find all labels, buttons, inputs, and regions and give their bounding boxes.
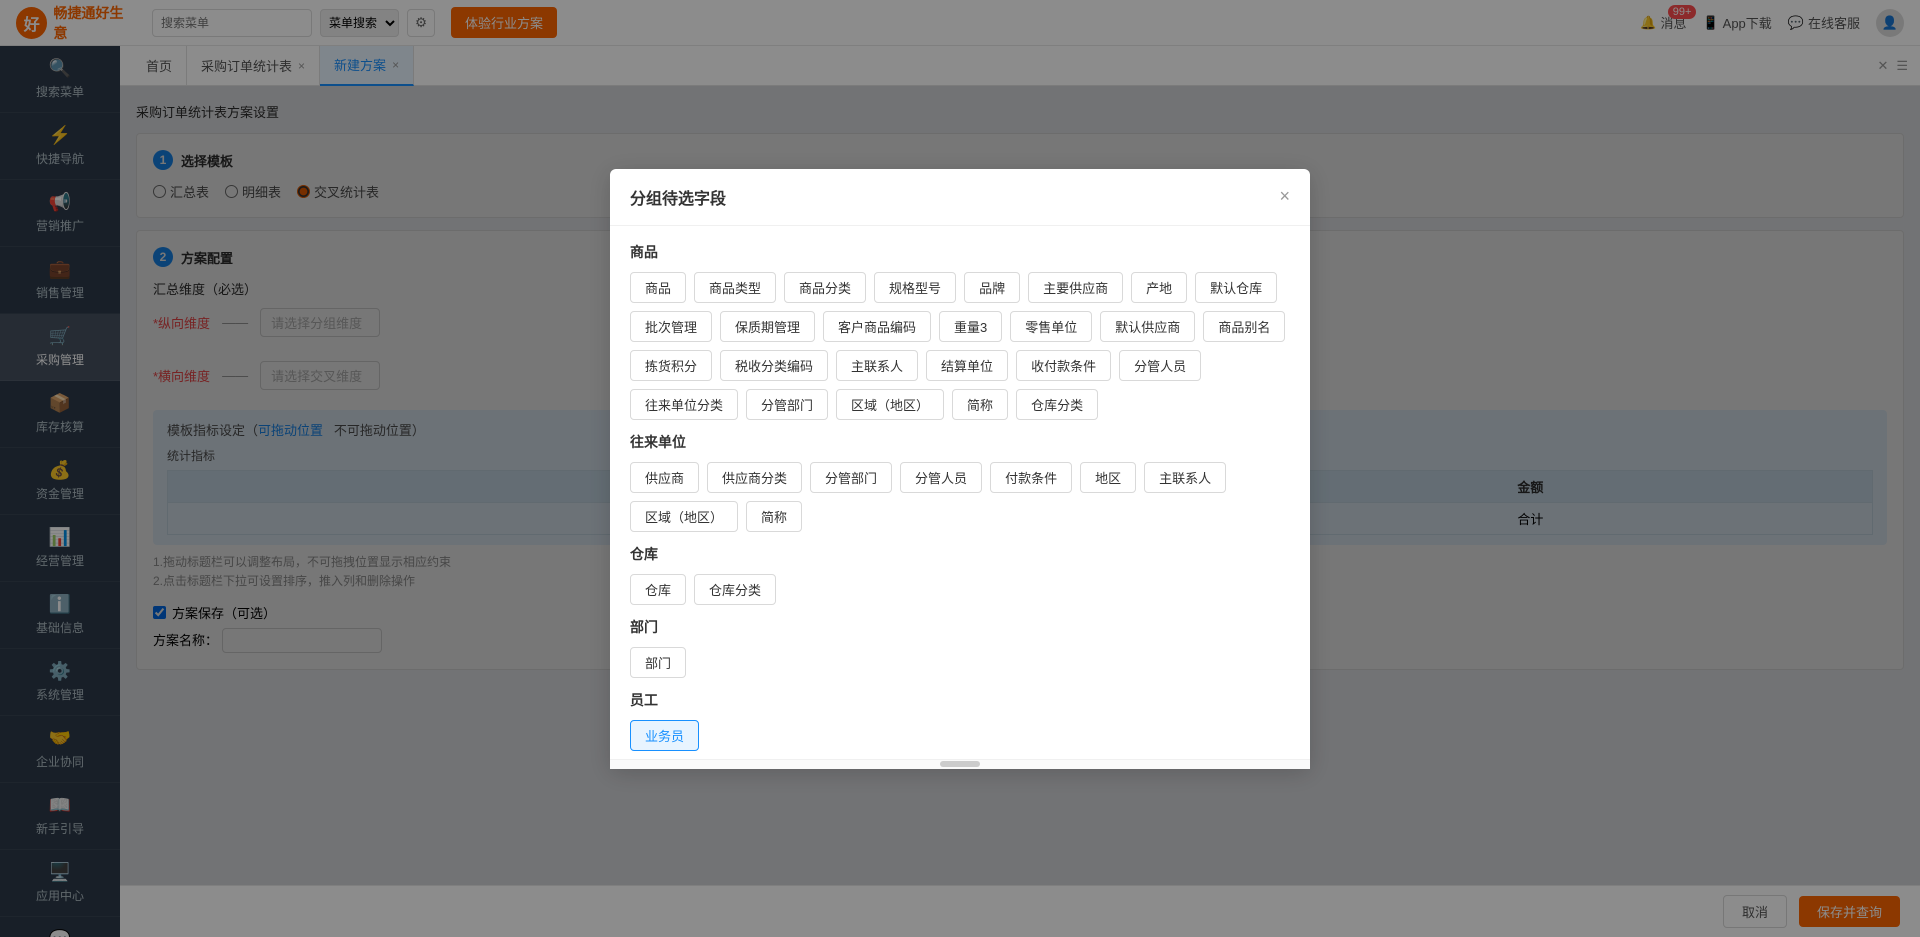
field-pick-points[interactable]: 拣货积分 — [630, 350, 712, 381]
field-tax-code[interactable]: 税收分类编码 — [720, 350, 828, 381]
field-batch-mgmt[interactable]: 批次管理 — [630, 311, 712, 342]
field-supplier[interactable]: 供应商 — [630, 462, 699, 493]
field-retail-unit[interactable]: 零售单位 — [1010, 311, 1092, 342]
field-brand[interactable]: 品牌 — [964, 272, 1020, 303]
field-partner-category[interactable]: 往来单位分类 — [630, 389, 738, 420]
field-goods[interactable]: 商品 — [630, 272, 686, 303]
scrollbar-thumb — [940, 761, 980, 767]
field-grid-warehouse: 仓库 仓库分类 — [630, 574, 1290, 605]
section-title-employee: 员工 — [630, 690, 1290, 710]
field-salesperson[interactable]: 业务员 — [630, 720, 699, 751]
modal-overlay: 分组待选字段 × 商品 商品 商品类型 商品分类 规格型号 品牌 主要供应商 产… — [0, 0, 1920, 937]
section-title-goods: 商品 — [630, 242, 1290, 262]
field-supplier-category[interactable]: 供应商分类 — [707, 462, 802, 493]
field-goods-category[interactable]: 商品分类 — [784, 272, 866, 303]
field-origin[interactable]: 产地 — [1131, 272, 1187, 303]
field-settlement-unit[interactable]: 结算单位 — [926, 350, 1008, 381]
field-grid-dept: 部门 — [630, 647, 1290, 678]
modal-dialog: 分组待选字段 × 商品 商品 商品类型 商品分类 规格型号 品牌 主要供应商 产… — [610, 169, 1310, 769]
field-supervisor[interactable]: 分管人员 — [1119, 350, 1201, 381]
field-warehouse-category[interactable]: 仓库分类 — [694, 574, 776, 605]
field-main-supplier[interactable]: 主要供应商 — [1028, 272, 1123, 303]
field-weight3[interactable]: 重量3 — [939, 311, 1002, 342]
field-region-partner[interactable]: 区域（地区） — [630, 501, 738, 532]
field-goods-alias[interactable]: 商品别名 — [1203, 311, 1285, 342]
field-wh-category-goods[interactable]: 仓库分类 — [1016, 389, 1098, 420]
field-customer-code[interactable]: 客户商品编码 — [823, 311, 931, 342]
field-goods-type[interactable]: 商品类型 — [694, 272, 776, 303]
field-main-contact[interactable]: 主联系人 — [836, 350, 918, 381]
field-main-contact-partner[interactable]: 主联系人 — [1144, 462, 1226, 493]
field-area-partner[interactable]: 地区 — [1080, 462, 1136, 493]
field-default-supplier[interactable]: 默认供应商 — [1100, 311, 1195, 342]
modal-body: 商品 商品 商品类型 商品分类 规格型号 品牌 主要供应商 产地 默认仓库 批次… — [610, 226, 1310, 759]
section-title-dept: 部门 — [630, 617, 1290, 637]
field-payment-cond[interactable]: 付款条件 — [990, 462, 1072, 493]
modal-header: 分组待选字段 × — [610, 169, 1310, 226]
field-grid-partner: 供应商 供应商分类 分管部门 分管人员 付款条件 地区 主联系人 区域（地区） … — [630, 462, 1290, 532]
field-dept-partner[interactable]: 分管部门 — [810, 462, 892, 493]
section-title-warehouse: 仓库 — [630, 544, 1290, 564]
field-region-goods[interactable]: 区域（地区） — [836, 389, 944, 420]
field-department[interactable]: 部门 — [630, 647, 686, 678]
field-default-warehouse[interactable]: 默认仓库 — [1195, 272, 1277, 303]
field-supervisor-partner[interactable]: 分管人员 — [900, 462, 982, 493]
field-warehouse[interactable]: 仓库 — [630, 574, 686, 605]
modal-title: 分组待选字段 — [630, 185, 726, 209]
modal-scrollbar[interactable] — [610, 759, 1310, 769]
field-expiry-mgmt[interactable]: 保质期管理 — [720, 311, 815, 342]
field-short-name-goods[interactable]: 简称 — [952, 389, 1008, 420]
field-grid-employee: 业务员 — [630, 720, 1290, 751]
modal-close-button[interactable]: × — [1279, 186, 1290, 207]
field-dept[interactable]: 分管部门 — [746, 389, 828, 420]
field-short-name-partner[interactable]: 简称 — [746, 501, 802, 532]
field-payment-terms[interactable]: 收付款条件 — [1016, 350, 1111, 381]
field-spec-model[interactable]: 规格型号 — [874, 272, 956, 303]
section-title-partner: 往来单位 — [630, 432, 1290, 452]
field-grid-goods: 商品 商品类型 商品分类 规格型号 品牌 主要供应商 产地 默认仓库 批次管理 … — [630, 272, 1290, 420]
